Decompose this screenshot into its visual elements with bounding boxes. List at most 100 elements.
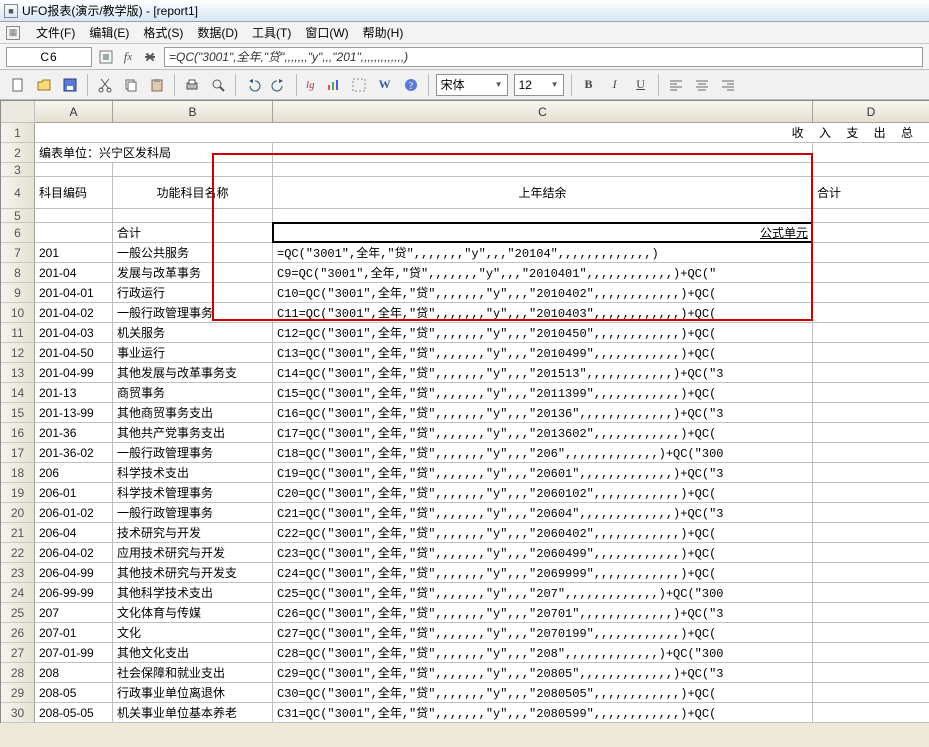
cell-formula[interactable]: =QC("3001",全年,"贷",,,,,,,"y",,,"20104",,,… [273,243,813,263]
row-header[interactable]: 7 [1,243,35,263]
cell-formula[interactable]: C27=QC("3001",全年,"贷",,,,,,,"y",,,"207019… [273,623,813,643]
cell-name[interactable]: 一般行政管理事务 [113,303,273,323]
row-header[interactable]: 28 [1,663,35,683]
cell-code[interactable]: 201-04-02 [35,303,113,323]
cell-formula[interactable]: C12=QC("3001",全年,"贷",,,,,,,"y",,,"201045… [273,323,813,343]
row-header[interactable]: 23 [1,563,35,583]
cell-formula[interactable]: C21=QC("3001",全年,"贷",,,,,,,"y",,,"20604"… [273,503,813,523]
cell-formula[interactable]: C20=QC("3001",全年,"贷",,,,,,,"y",,,"206010… [273,483,813,503]
font-size-select[interactable]: 12▼ [514,74,564,96]
row-header[interactable]: 21 [1,523,35,543]
cell-formula[interactable]: C16=QC("3001",全年,"贷",,,,,,,"y",,,"20136"… [273,403,813,423]
cell-formula[interactable]: C17=QC("3001",全年,"贷",,,,,,,"y",,,"201360… [273,423,813,443]
accept-icon[interactable] [98,49,114,65]
cell[interactable] [813,623,929,643]
menu-data[interactable]: 数据(D) [197,24,238,41]
cell-code[interactable]: 207 [35,603,113,623]
redo-button[interactable] [267,73,291,97]
cell[interactable] [813,383,929,403]
cell[interactable] [813,703,929,723]
print-button[interactable] [180,73,204,97]
cell[interactable] [35,223,113,243]
cell[interactable] [813,643,929,663]
menu-help[interactable]: 帮助(H) [363,24,404,41]
cell-formula[interactable]: C25=QC("3001",全年,"贷",,,,,,,"y",,,"207",,… [273,583,813,603]
cell-reference[interactable]: C6 [6,47,92,67]
cell-name[interactable]: 科学技术管理事务 [113,483,273,503]
word-button[interactable]: W [373,73,397,97]
cell-code[interactable]: 208-05 [35,683,113,703]
cell[interactable] [813,243,929,263]
cell[interactable] [813,503,929,523]
row-header[interactable]: 16 [1,423,35,443]
cell[interactable] [813,403,929,423]
row-header[interactable]: 1 [1,123,35,143]
cell[interactable] [113,163,273,177]
cell-code[interactable]: 207-01-99 [35,643,113,663]
cell-formula[interactable]: C19=QC("3001",全年,"贷",,,,,,,"y",,,"20601"… [273,463,813,483]
cell-name[interactable]: 行政运行 [113,283,273,303]
cell[interactable] [813,523,929,543]
row-header[interactable]: 11 [1,323,35,343]
cell-code[interactable]: 206-01-02 [35,503,113,523]
cell[interactable] [813,163,929,177]
menu-edit[interactable]: 编辑(E) [89,24,129,41]
cell-formula[interactable]: C26=QC("3001",全年,"贷",,,,,,,"y",,,"20701"… [273,603,813,623]
cell-name[interactable]: 一般公共服务 [113,243,273,263]
cell-name[interactable]: 文化 [113,623,273,643]
cell[interactable] [113,209,273,223]
undo-button[interactable] [241,73,265,97]
cell[interactable] [35,163,113,177]
row-header[interactable]: 30 [1,703,35,723]
cell-formula[interactable]: C18=QC("3001",全年,"贷",,,,,,,"y",,,"206",,… [273,443,813,463]
cell[interactable] [813,563,929,583]
preview-button[interactable] [206,73,230,97]
cell-code[interactable]: 206-01 [35,483,113,503]
cell[interactable] [813,223,929,243]
font-name-select[interactable]: 宋体▼ [436,74,508,96]
cell-formula[interactable]: C31=QC("3001",全年,"贷",,,,,,,"y",,,"208059… [273,703,813,723]
region-button[interactable] [347,73,371,97]
row-header[interactable]: 27 [1,643,35,663]
cell-formula[interactable]: C23=QC("3001",全年,"贷",,,,,,,"y",,,"206049… [273,543,813,563]
cancel-icon[interactable] [142,49,158,65]
cell-name[interactable]: 事业运行 [113,343,273,363]
cell-code[interactable]: 201-36 [35,423,113,443]
row-header[interactable]: 24 [1,583,35,603]
cell-code[interactable]: 201-04-99 [35,363,113,383]
select-all-corner[interactable] [1,101,35,123]
cell[interactable] [813,423,929,443]
open-button[interactable] [32,73,56,97]
cell-code[interactable]: 208 [35,663,113,683]
cell[interactable] [813,583,929,603]
row-header[interactable]: 18 [1,463,35,483]
cell-name[interactable]: 技术研究与开发 [113,523,273,543]
cell-name[interactable]: 一般行政管理事务 [113,443,273,463]
cell-formula[interactable]: C29=QC("3001",全年,"贷",,,,,,,"y",,,"20805"… [273,663,813,683]
spreadsheet[interactable]: A B C D 1收 入 支 出 总2编表单位：兴宁区发科局34科目编码功能科目… [0,100,929,723]
cell[interactable] [813,363,929,383]
row-header[interactable]: 9 [1,283,35,303]
cell-code[interactable]: 208-05-05 [35,703,113,723]
cell-code[interactable]: 207-01 [35,623,113,643]
cut-button[interactable] [93,73,117,97]
menu-format[interactable]: 格式(S) [143,24,183,41]
cell[interactable] [273,143,813,163]
cell[interactable] [813,663,929,683]
menu-file[interactable]: 文件(F) [36,24,75,41]
col-header-c[interactable]: C [273,101,813,123]
menu-window[interactable]: 窗口(W) [305,24,348,41]
row-header[interactable]: 8 [1,263,35,283]
cell-code[interactable]: 201-04-01 [35,283,113,303]
row-header[interactable]: 29 [1,683,35,703]
row-header[interactable]: 13 [1,363,35,383]
cell-name[interactable]: 科学技术支出 [113,463,273,483]
cell[interactable] [813,543,929,563]
cell[interactable] [813,303,929,323]
cell-formula[interactable]: C30=QC("3001",全年,"贷",,,,,,,"y",,,"208050… [273,683,813,703]
cell-code[interactable]: 206-04-99 [35,563,113,583]
cell-name[interactable]: 其他科学技术支出 [113,583,273,603]
row-header[interactable]: 12 [1,343,35,363]
cell-formula[interactable]: C28=QC("3001",全年,"贷",,,,,,,"y",,,"208",,… [273,643,813,663]
cell-formula[interactable]: C14=QC("3001",全年,"贷",,,,,,,"y",,,"201513… [273,363,813,383]
